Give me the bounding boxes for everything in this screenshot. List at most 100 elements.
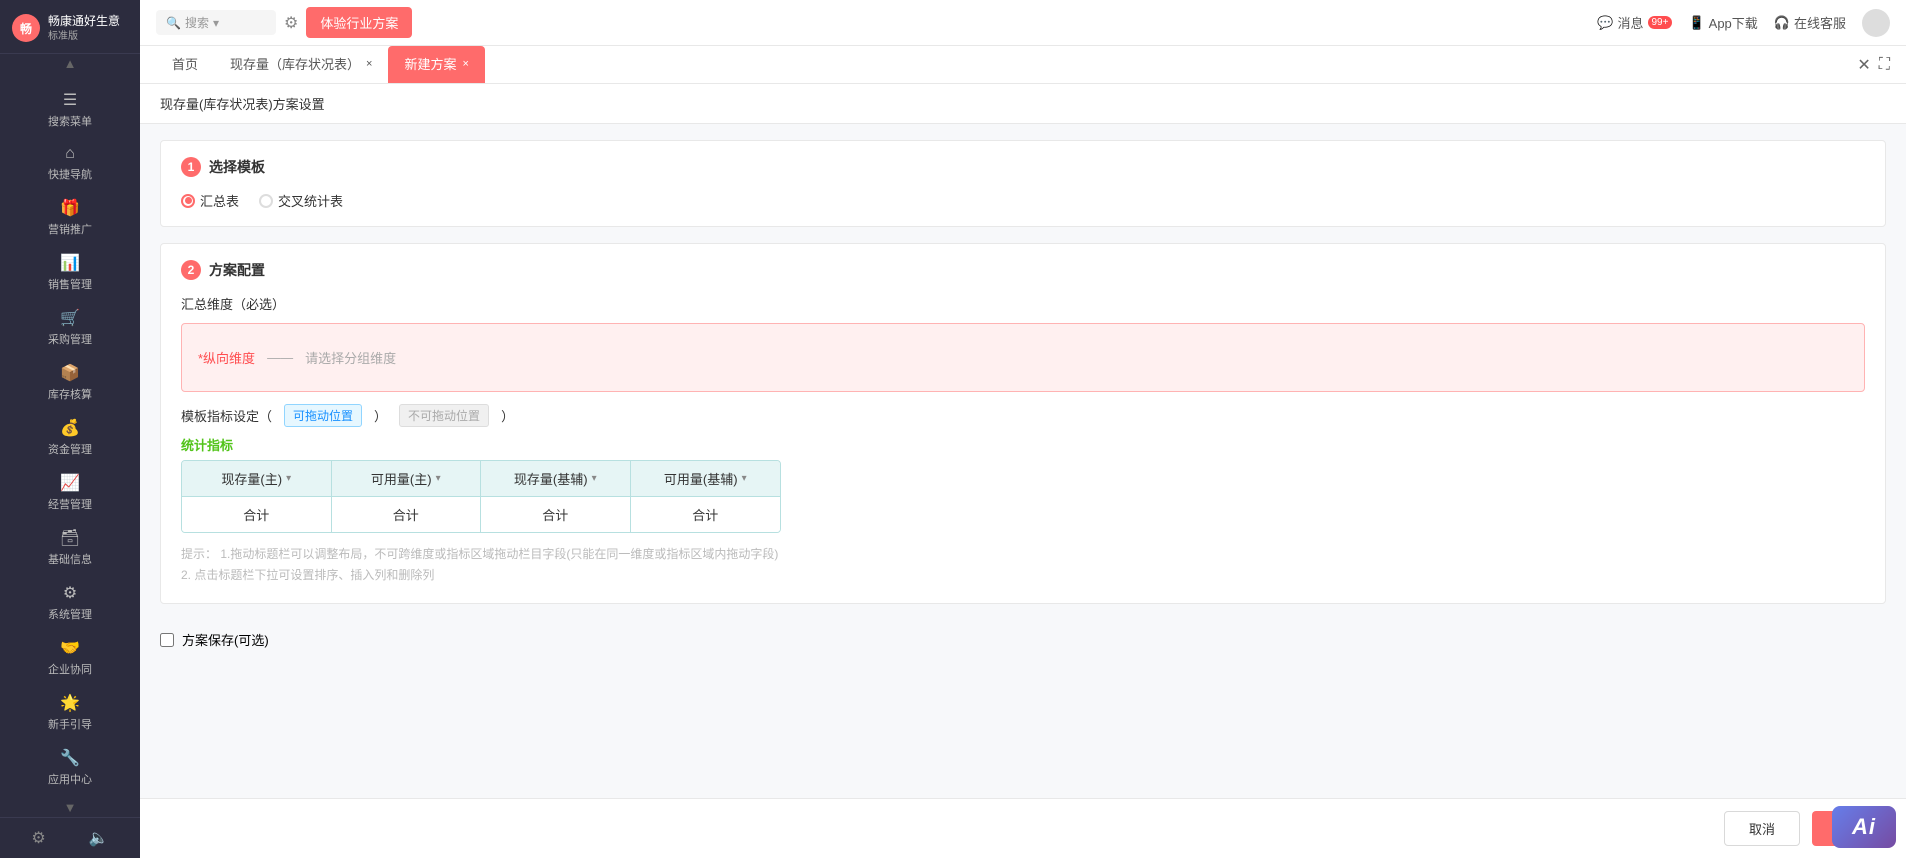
sidebar-item-management[interactable]: 📈 经营管理: [0, 465, 140, 520]
radio-summary-circle: [181, 194, 195, 208]
expand-panel-icon[interactable]: ⛶: [1879, 56, 1890, 74]
sidebar-item-quick-nav[interactable]: ⌂ 快捷导航: [0, 137, 140, 190]
sidebar-scroll-down[interactable]: ▼: [0, 797, 140, 817]
template-radio-group: 汇总表 交叉统计表: [181, 191, 1865, 210]
sidebar-item-basic-info[interactable]: 🗃 基础信息: [0, 520, 140, 575]
stats-col-1[interactable]: 现存量(主) ▾: [182, 461, 332, 496]
trial-button[interactable]: 体验行业方案: [306, 7, 412, 38]
handshake-icon: 🤝: [60, 638, 80, 658]
tab-inventory-label: 现存量（库存状况表）: [230, 54, 360, 73]
chevron-down-icon-4: ▾: [742, 473, 747, 484]
stats-header-row: 现存量(主) ▾ 可用量(主) ▾ 现存量(基辅) ▾ 可用量(基辅): [182, 461, 780, 496]
stats-col-4-label: 可用量(基辅): [664, 469, 738, 488]
dimension-box[interactable]: *纵向维度 —— 请选择分组维度: [181, 323, 1865, 392]
tab-inventory-close[interactable]: ×: [366, 58, 372, 70]
chevron-down-icon-1: ▾: [286, 473, 291, 484]
sidebar-item-sales[interactable]: 📊 销售管理: [0, 245, 140, 300]
message-icon: 💬: [1597, 15, 1613, 31]
tab-new-plan[interactable]: 新建方案 ×: [388, 46, 484, 83]
main-area: 🔍 搜索 ▾ ⚙ 体验行业方案 💬 消息 99+ 📱 App下载 🎧 在线客服: [140, 0, 1906, 858]
stats-col-2[interactable]: 可用量(主) ▾: [332, 461, 482, 496]
tips-section: 提示： 1.拖动标题栏可以调整布局，不可跨维度或指标区域拖动栏目字段(只能在同一…: [181, 545, 1865, 583]
sidebar-item-label: 应用中心: [48, 771, 92, 787]
app-download-item[interactable]: 📱 App下载: [1688, 13, 1757, 32]
logo-sub: 标准版: [48, 30, 120, 43]
topbar-gear-icon[interactable]: ⚙: [284, 13, 298, 33]
stats-data-2: 合计: [332, 497, 482, 532]
phone-icon: 📱: [1688, 15, 1704, 31]
sidebar-scroll-up[interactable]: ▲: [0, 54, 140, 74]
sidebar-item-purchase[interactable]: 🛒 采购管理: [0, 300, 140, 355]
tab-home-label: 首页: [172, 54, 198, 73]
draggable-tag: 可拖动位置: [284, 404, 362, 427]
tab-home[interactable]: 首页: [156, 46, 214, 83]
stats-table: 现存量(主) ▾ 可用量(主) ▾ 现存量(基辅) ▾ 可用量(基辅): [181, 460, 781, 533]
chevron-down-icon-3: ▾: [592, 473, 597, 484]
stats-col-1-label: 现存量(主): [221, 469, 282, 488]
tabs-bar: 首页 现存量（库存状况表） × 新建方案 × ✕ ⛶: [140, 46, 1906, 84]
tab-new-plan-close[interactable]: ×: [462, 58, 468, 70]
sidebar-item-label: 库存核算: [48, 386, 92, 402]
sidebar-item-label: 快捷导航: [48, 166, 92, 182]
stats-col-2-label: 可用量(主): [371, 469, 432, 488]
sidebar-item-inventory[interactable]: 📦 库存核算: [0, 355, 140, 410]
footer-bar: 取消 查询: [140, 798, 1906, 858]
sidebar-item-finance[interactable]: 💰 资金管理: [0, 410, 140, 465]
trend-icon: 📈: [60, 473, 80, 493]
sidebar-item-search[interactable]: ☰ 搜索菜单: [0, 82, 140, 137]
ai-watermark: Ai: [1832, 806, 1896, 848]
search-bar[interactable]: 🔍 搜索 ▾: [156, 10, 276, 35]
sidebar-item-label: 基础信息: [48, 551, 92, 567]
money-icon: 💰: [60, 418, 80, 438]
message-label: 消息: [1617, 13, 1643, 32]
save-checkbox[interactable]: [160, 633, 174, 647]
step1-title: 选择模板: [209, 157, 265, 177]
sidebar: 畅 畅康通好生意 标准版 ▲ ☰ 搜索菜单 ⌂ 快捷导航 🎁 营销推广 📊 销售…: [0, 0, 140, 858]
chevron-down-icon-2: ▾: [436, 473, 441, 484]
tab-inventory[interactable]: 现存量（库存状况表） ×: [214, 46, 388, 83]
radio-summary-dot: [185, 197, 192, 204]
sidebar-item-system[interactable]: ⚙ 系统管理: [0, 575, 140, 630]
stats-label: 统计指标: [181, 435, 1865, 454]
message-badge: 99+: [1648, 16, 1673, 29]
user-avatar[interactable]: [1862, 9, 1890, 37]
radio-summary[interactable]: 汇总表: [181, 191, 239, 210]
topbar-right: 💬 消息 99+ 📱 App下载 🎧 在线客服: [1597, 9, 1890, 37]
step2-title: 方案配置: [209, 260, 265, 280]
stats-col-3[interactable]: 现存量(基辅) ▾: [481, 461, 631, 496]
star-icon: 🌟: [60, 693, 80, 713]
app-download-label: App下载: [1709, 13, 1758, 32]
search-menu-icon: ☰: [63, 90, 77, 110]
indicator-settings-row: 模板指标设定（ 可拖动位置 ） 不可拖动位置 ）: [181, 404, 1865, 427]
chart-icon: 📊: [60, 253, 80, 273]
gear-icon: ⚙: [63, 583, 77, 603]
logo-icon: 畅: [12, 14, 40, 42]
logo-area: 畅 畅康通好生意 标准版: [0, 0, 140, 54]
sidebar-item-app[interactable]: 🔧 应用中心: [0, 740, 140, 795]
stats-data-3: 合计: [481, 497, 631, 532]
sidebar-item-label: 系统管理: [48, 606, 92, 622]
cancel-button[interactable]: 取消: [1724, 811, 1800, 846]
sidebar-item-label: 搜索菜单: [48, 113, 92, 129]
radio-cross-circle: [259, 194, 273, 208]
radio-cross[interactable]: 交叉统计表: [259, 191, 343, 210]
logo-text: 畅康通好生意 标准版: [48, 14, 120, 43]
content-area: 现存量(库存状况表)方案设置 1 选择模板 汇总表: [140, 84, 1906, 798]
indicator-settings-close: ）: [501, 406, 514, 425]
sound-icon[interactable]: 🔈: [89, 828, 109, 848]
customer-service-item[interactable]: 🎧 在线客服: [1774, 13, 1846, 32]
topbar-left: 🔍 搜索 ▾ ⚙ 体验行业方案: [156, 7, 1585, 38]
stats-col-4[interactable]: 可用量(基辅) ▾: [631, 461, 781, 496]
tip-2: 2. 点击标题栏下拉可设置排序、插入列和删除列: [181, 566, 1865, 583]
settings-icon[interactable]: ⚙: [31, 828, 45, 848]
sidebar-item-cooperation[interactable]: 🤝 企业协同: [0, 630, 140, 685]
radio-summary-label: 汇总表: [200, 191, 239, 210]
sidebar-item-marketing[interactable]: 🎁 营销推广: [0, 190, 140, 245]
radio-cross-label: 交叉统计表: [278, 191, 343, 210]
step1-block: 1 选择模板 汇总表 交叉统计表: [160, 140, 1886, 227]
step2-badge: 2: [181, 260, 201, 280]
headset-icon: 🎧: [1774, 15, 1790, 31]
close-panel-icon[interactable]: ✕: [1857, 55, 1870, 75]
message-item[interactable]: 💬 消息 99+: [1597, 13, 1672, 32]
sidebar-item-guide[interactable]: 🌟 新手引导: [0, 685, 140, 740]
